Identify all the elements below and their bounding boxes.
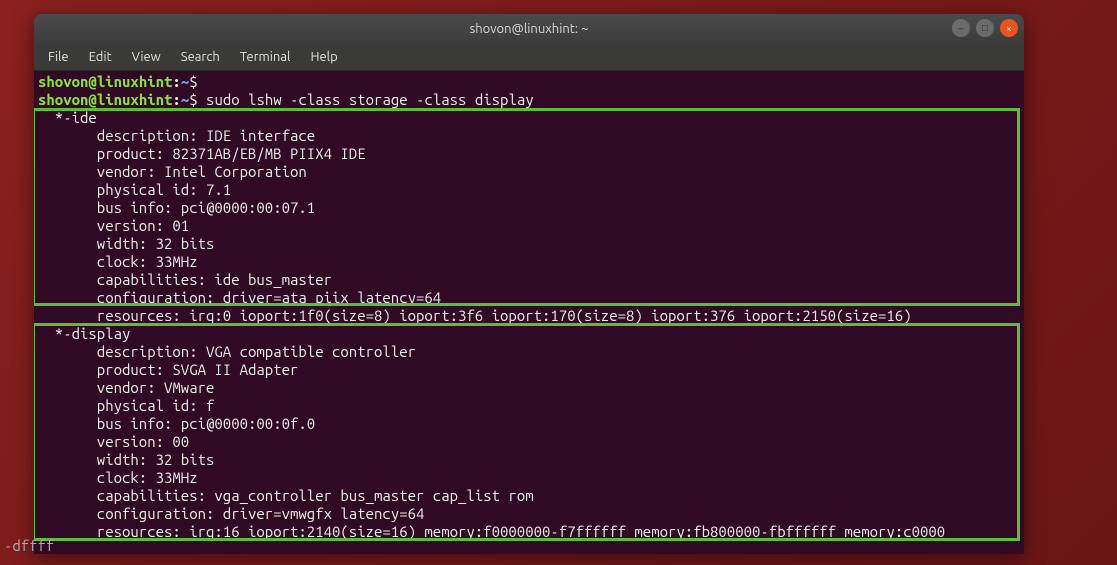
- output-line: width: 32 bits: [36, 451, 1022, 469]
- menu-edit[interactable]: Edit: [79, 46, 122, 68]
- maximize-button[interactable]: □: [976, 19, 994, 37]
- output-line: physical id: 7.1: [36, 181, 1022, 199]
- menu-help[interactable]: Help: [300, 46, 347, 68]
- window-controls: – □ ×: [952, 19, 1018, 37]
- menu-search[interactable]: Search: [171, 46, 230, 68]
- output-line: *-ide: [36, 109, 1022, 127]
- output-line: description: VGA compatible controller: [36, 343, 1022, 361]
- prompt-path: ~: [181, 73, 189, 90]
- output-line: clock: 33MHz: [36, 253, 1022, 271]
- terminal-body[interactable]: shovon@linuxhint:~$ shovon@linuxhint:~$ …: [34, 71, 1024, 554]
- prompt-user: shovon: [38, 73, 88, 90]
- output-line: product: 82371AB/EB/MB PIIX4 IDE: [36, 145, 1022, 163]
- output-line: bus info: pci@0000:00:07.1: [36, 199, 1022, 217]
- close-button[interactable]: ×: [1000, 19, 1018, 37]
- output-line: version: 00: [36, 433, 1022, 451]
- output-line: capabilities: ide bus_master: [36, 271, 1022, 289]
- minimize-button[interactable]: –: [952, 19, 970, 37]
- terminal-window: shovon@linuxhint: ~ – □ × File Edit View…: [34, 14, 1024, 554]
- overflow-text: -dffff: [4, 537, 54, 554]
- output-line: bus info: pci@0000:00:0f.0: [36, 415, 1022, 433]
- output-line: resources: irq:0 ioport:1f0(size=8) iopo…: [36, 307, 1022, 325]
- prompt-host: linuxhint: [97, 73, 173, 90]
- output-line: resources: irq:16 ioport:2140(size=16) m…: [36, 523, 1022, 541]
- output-line: vendor: VMware: [36, 379, 1022, 397]
- menu-view[interactable]: View: [122, 46, 171, 68]
- output-line: physical id: f: [36, 397, 1022, 415]
- menu-terminal[interactable]: Terminal: [230, 46, 301, 68]
- output-line: width: 32 bits: [36, 235, 1022, 253]
- titlebar: shovon@linuxhint: ~ – □ ×: [34, 14, 1024, 44]
- output-line: configuration: driver=vmwgfx latency=64: [36, 505, 1022, 523]
- window-title: shovon@linuxhint: ~: [470, 22, 589, 36]
- output-line: clock: 33MHz: [36, 469, 1022, 487]
- output-line: configuration: driver=ata_piix latency=6…: [36, 289, 1022, 307]
- output-line: capabilities: vga_controller bus_master …: [36, 487, 1022, 505]
- output-line: vendor: Intel Corporation: [36, 163, 1022, 181]
- output-line: *-display: [36, 325, 1022, 343]
- output-line: description: IDE interface: [36, 127, 1022, 145]
- prompt-line-1: shovon@linuxhint:~$: [36, 73, 1022, 91]
- output-line: version: 01: [36, 217, 1022, 235]
- prompt-line-2: shovon@linuxhint:~$ sudo lshw -class sto…: [36, 91, 1022, 109]
- output-line: product: SVGA II Adapter: [36, 361, 1022, 379]
- menubar: File Edit View Search Terminal Help: [34, 44, 1024, 71]
- menu-file[interactable]: File: [38, 46, 79, 68]
- prompt-symbol: $: [189, 73, 197, 90]
- command-text: sudo lshw -class storage -class display: [198, 91, 534, 108]
